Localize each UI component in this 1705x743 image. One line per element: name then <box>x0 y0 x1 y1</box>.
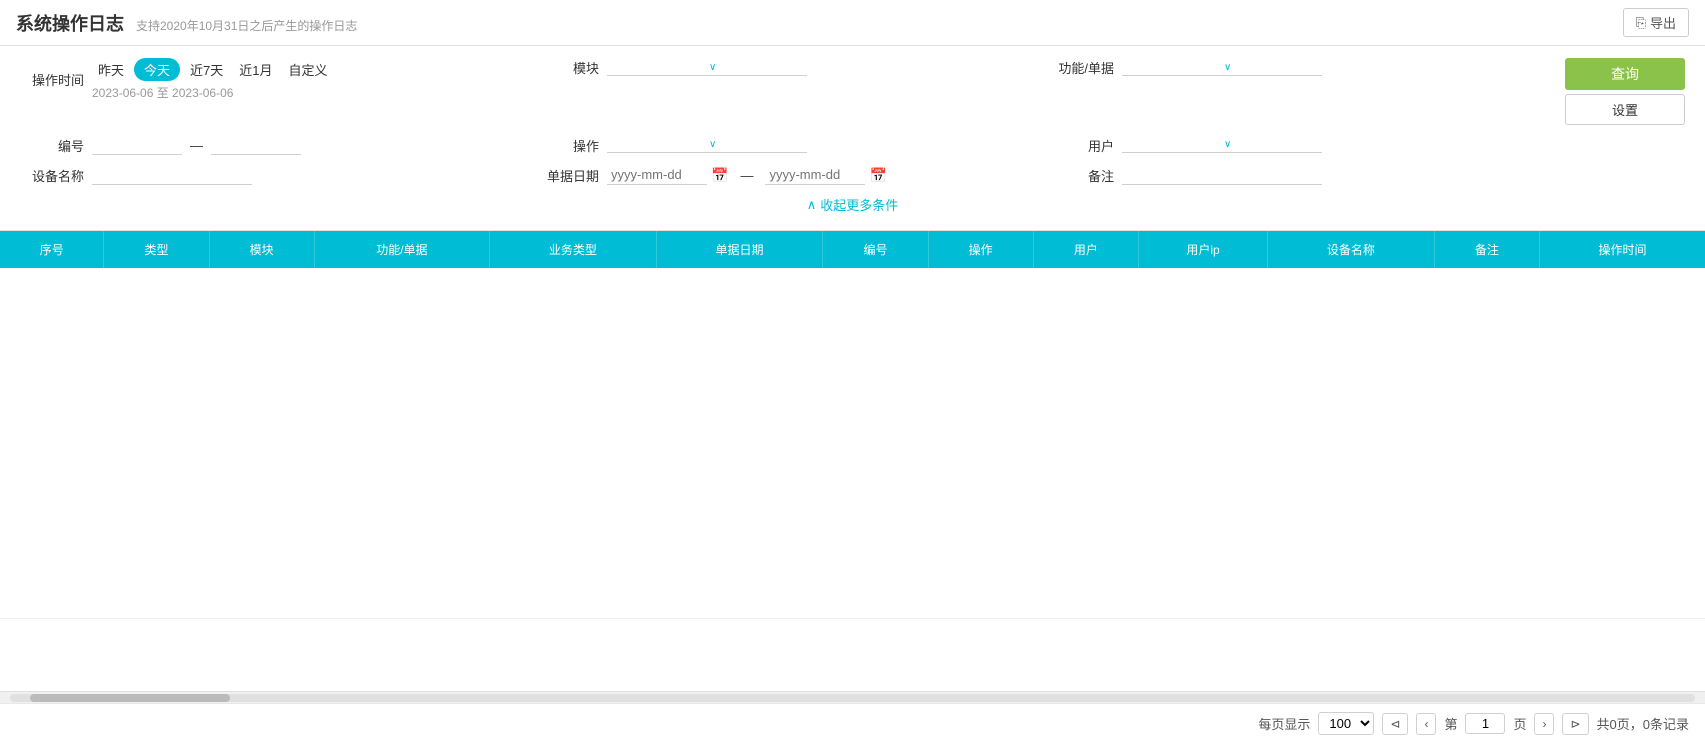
time-filter-cell: 操作时间 昨天 今天 近7天 近1月 自定义 2023-06-06 至 2023… <box>20 58 519 101</box>
operation-select[interactable]: ∨ <box>607 137 807 153</box>
user-label: 用户 <box>1050 136 1114 155</box>
device-label: 设备名称 <box>20 166 84 185</box>
doc-date-dash: — <box>740 168 753 183</box>
function-filter-cell: 功能/单据 ∨ <box>1050 58 1549 77</box>
first-page-button[interactable]: ⊲ <box>1382 713 1408 735</box>
page-header: 系统操作日志 支持2020年10月31日之后产生的操作日志 ⎘ 导出 <box>0 0 1705 46</box>
last-page-button[interactable]: ⊳ <box>1562 713 1588 735</box>
page-subtitle: 支持2020年10月31日之后产生的操作日志 <box>136 17 357 34</box>
collapse-button[interactable]: ∧ 收起更多条件 <box>807 195 899 214</box>
settings-button[interactable]: 设置 <box>1565 94 1685 125</box>
user-chevron-icon: ∨ <box>1224 139 1318 150</box>
col-function: 功能/单据 <box>314 231 489 268</box>
empty-area <box>0 268 1705 618</box>
time-filter-group: 昨天 今天 近7天 近1月 自定义 2023-06-06 至 2023-06-0… <box>92 58 334 101</box>
page-title: 系统操作日志 <box>16 10 124 36</box>
scrollbar-thumb[interactable] <box>30 694 230 702</box>
time-btn-custom[interactable]: 自定义 <box>283 58 334 81</box>
export-label: 导出 <box>1650 13 1676 32</box>
collapse-up-icon: ∧ <box>807 197 817 213</box>
export-button[interactable]: ⎘ 导出 <box>1623 8 1689 37</box>
number-dash: — <box>190 138 203 153</box>
doc-date-label: 单据日期 <box>535 166 599 185</box>
function-label: 功能/单据 <box>1050 58 1114 77</box>
page-prefix: 第 <box>1444 714 1457 733</box>
calendar-start-icon[interactable]: 📅 <box>711 167 728 184</box>
scrollbar-area[interactable] <box>0 691 1705 703</box>
data-table: 序号 类型 模块 功能/单据 业务类型 单据日期 编号 操作 用户 用户ip 设… <box>0 231 1705 619</box>
calendar-end-icon[interactable]: 📅 <box>869 167 886 184</box>
collapse-row: ∧ 收起更多条件 <box>20 189 1685 218</box>
function-chevron-icon: ∨ <box>1224 62 1318 73</box>
action-buttons: 查询 设置 <box>1565 58 1685 125</box>
col-operation-time: 操作时间 <box>1539 231 1705 268</box>
operation-label: 操作 <box>535 136 599 155</box>
col-remark: 备注 <box>1434 231 1539 268</box>
page-suffix: 页 <box>1513 714 1526 733</box>
module-label: 模块 <box>535 58 599 77</box>
time-range-display: 2023-06-06 至 2023-06-06 <box>92 84 334 101</box>
time-buttons: 昨天 今天 近7天 近1月 自定义 <box>92 58 334 81</box>
operation-filter-cell: 操作 ∨ <box>535 136 1034 155</box>
filter-area: 操作时间 昨天 今天 近7天 近1月 自定义 2023-06-06 至 2023… <box>0 46 1705 231</box>
user-select[interactable]: ∨ <box>1122 137 1322 153</box>
doc-date-end-input[interactable] <box>765 165 865 185</box>
time-btn-1month[interactable]: 近1月 <box>233 58 278 81</box>
number-start-input[interactable] <box>92 135 182 155</box>
remark-filter-cell: 备注 <box>1050 165 1549 185</box>
page-input[interactable] <box>1465 713 1505 734</box>
device-input[interactable] <box>92 165 252 185</box>
total-info: 共0页，0条记录 <box>1597 714 1689 733</box>
col-user-ip: 用户ip <box>1138 231 1267 268</box>
prev-page-button[interactable]: ‹ <box>1416 713 1436 735</box>
query-button[interactable]: 查询 <box>1565 58 1685 90</box>
table-header-row: 序号 类型 模块 功能/单据 业务类型 单据日期 编号 操作 用户 用户ip 设… <box>0 231 1705 268</box>
doc-date-filter-cell: 单据日期 📅 — 📅 <box>535 165 1034 185</box>
per-page-label: 每页显示 <box>1258 714 1310 733</box>
number-label: 编号 <box>20 136 84 155</box>
remark-input[interactable] <box>1122 165 1322 185</box>
next-page-button[interactable]: › <box>1534 713 1554 735</box>
number-end-input[interactable] <box>211 135 301 155</box>
table-body <box>0 268 1705 618</box>
col-sequence: 序号 <box>0 231 104 268</box>
collapse-label: 收起更多条件 <box>820 195 898 214</box>
operation-chevron-icon: ∨ <box>709 139 803 150</box>
col-type: 类型 <box>104 231 209 268</box>
col-number: 编号 <box>823 231 928 268</box>
col-module: 模块 <box>209 231 314 268</box>
export-icon: ⎘ <box>1636 15 1646 31</box>
col-doc-date: 单据日期 <box>656 231 823 268</box>
module-chevron-icon: ∨ <box>709 62 803 73</box>
user-filter-cell: 用户 ∨ <box>1050 136 1549 155</box>
per-page-select[interactable]: 100 50 200 <box>1318 712 1374 735</box>
module-filter-cell: 模块 ∨ <box>535 58 1034 77</box>
table-container: 序号 类型 模块 功能/单据 业务类型 单据日期 编号 操作 用户 用户ip 设… <box>0 231 1705 691</box>
doc-date-start-input[interactable] <box>607 165 707 185</box>
device-filter-cell: 设备名称 <box>20 165 519 185</box>
col-operation: 操作 <box>928 231 1033 268</box>
time-btn-yesterday[interactable]: 昨天 <box>92 58 130 81</box>
time-label: 操作时间 <box>20 70 84 89</box>
scrollbar-track[interactable] <box>10 694 1695 702</box>
header-left: 系统操作日志 支持2020年10月31日之后产生的操作日志 <box>16 10 357 36</box>
remark-label: 备注 <box>1050 166 1114 185</box>
module-select[interactable]: ∨ <box>607 60 807 76</box>
col-user: 用户 <box>1033 231 1138 268</box>
pagination: 每页显示 100 50 200 ⊲ ‹ 第 页 › ⊳ 共0页，0条记录 <box>0 703 1705 743</box>
col-business-type: 业务类型 <box>489 231 656 268</box>
time-btn-7days[interactable]: 近7天 <box>184 58 229 81</box>
col-device: 设备名称 <box>1268 231 1435 268</box>
number-filter-cell: 编号 — <box>20 135 519 155</box>
empty-row <box>0 268 1705 618</box>
function-select[interactable]: ∨ <box>1122 60 1322 76</box>
time-btn-today[interactable]: 今天 <box>134 58 180 81</box>
